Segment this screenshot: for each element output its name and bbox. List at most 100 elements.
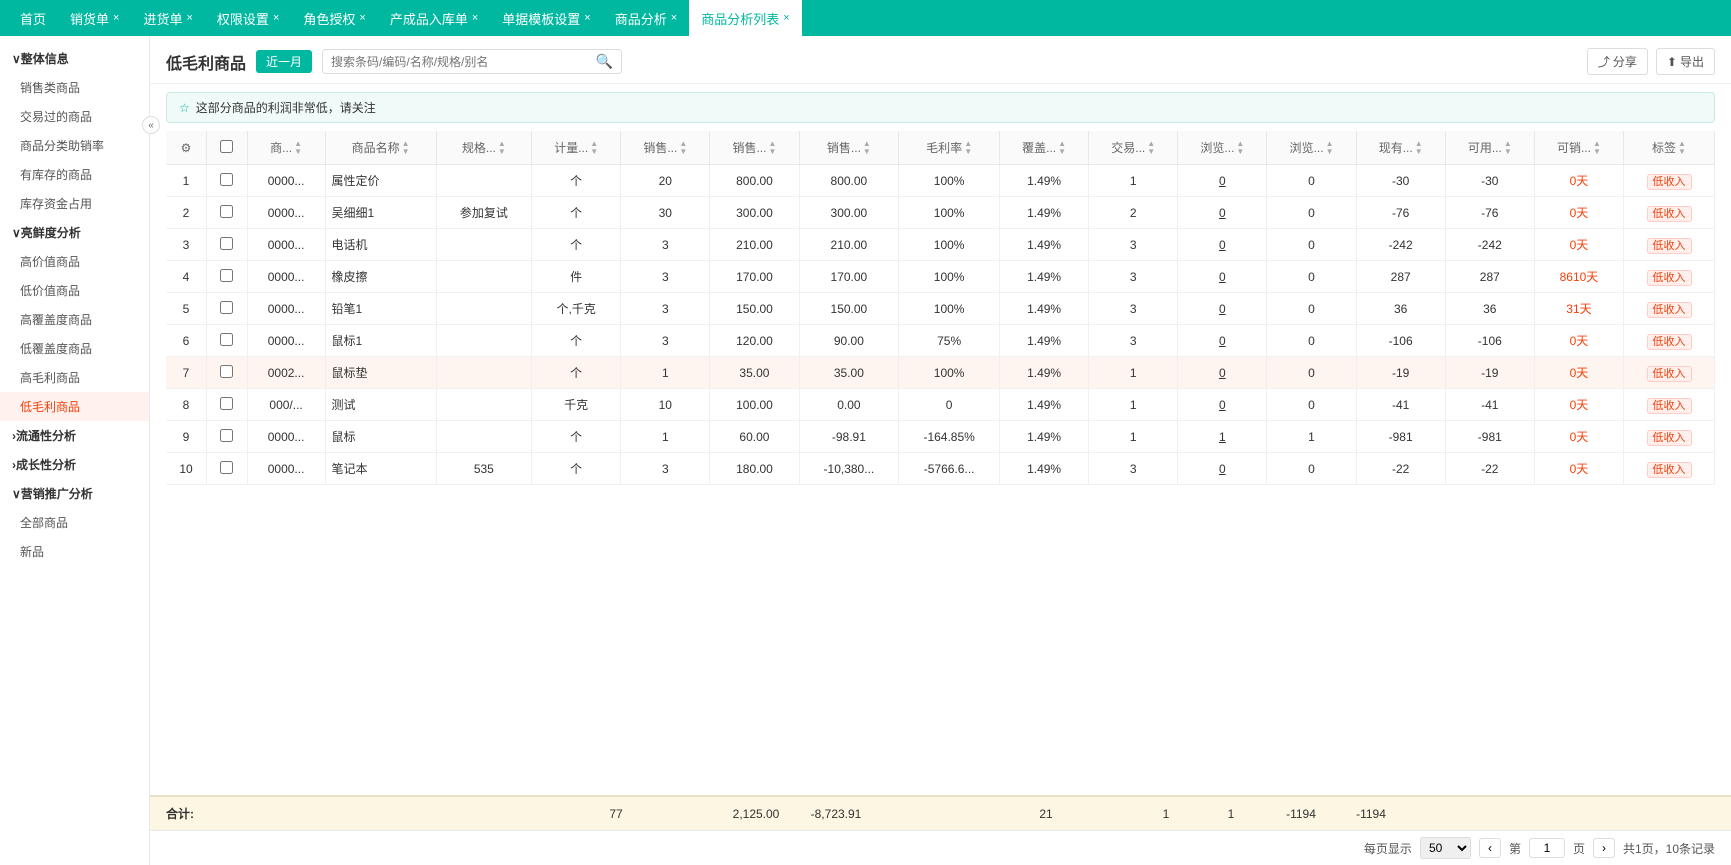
cell-name: 笔记本 (325, 453, 436, 485)
sidebar-item-库存资金占用[interactable]: 库存资金占用 (0, 189, 149, 218)
cell-no: 8 (166, 389, 206, 421)
cell-saleable: 8610天 (1534, 261, 1623, 293)
nav-item-单据模板设置[interactable]: 单据模板设置 × (490, 0, 602, 36)
cell-trade: 1 (1089, 421, 1178, 453)
share-button[interactable]: ⤴ 分享 (1587, 48, 1648, 75)
nav-item-角色授权[interactable]: 角色授权 × (291, 0, 377, 36)
page-unit: 页 (1573, 840, 1585, 857)
table-row: 40000...橡皮擦件3170.00170.00100%1.49%300287… (166, 261, 1715, 293)
cell-view2: 0 (1267, 197, 1356, 229)
cell-code: 0000... (247, 453, 325, 485)
nav-item-商品分析[interactable]: 商品分析 × (603, 0, 689, 36)
nav-close-icon[interactable]: × (472, 12, 478, 24)
cell-name: 鼠标垫 (325, 357, 436, 389)
cell-checkbox[interactable] (206, 325, 247, 357)
cell-checkbox[interactable] (206, 293, 247, 325)
nav-close-icon[interactable]: × (671, 12, 677, 24)
header-actions: ⤴ 分享 ⬆ 导出 (1587, 48, 1715, 75)
select-all-checkbox[interactable] (220, 140, 233, 153)
cell-saleable: 0天 (1534, 229, 1623, 261)
cell-checkbox[interactable] (206, 197, 247, 229)
cell-sales-profit: 170.00 (799, 261, 899, 293)
nav-close-icon[interactable]: × (186, 12, 192, 24)
th-current: 现有...▲▼ (1356, 131, 1445, 165)
cell-sales-amount: 210.00 (710, 229, 799, 261)
next-page-button[interactable]: › (1593, 838, 1615, 858)
export-button[interactable]: ⬆ 导出 (1656, 48, 1715, 75)
cell-tag: 低收入 (1624, 229, 1715, 261)
table-row: 8000/...测试千克10100.000.0001.49%100-41-410… (166, 389, 1715, 421)
nav-close-icon[interactable]: × (113, 12, 119, 24)
cell-current: -106 (1356, 325, 1445, 357)
sidebar-group-流通性分析[interactable]: › 流通性分析 (0, 421, 149, 450)
sidebar-item-全部商品[interactable]: 全部商品 (0, 508, 149, 537)
sidebar-item-有库存的商品[interactable]: 有库存的商品 (0, 160, 149, 189)
search-icon[interactable]: 🔍 (596, 53, 613, 70)
sidebar-group-成长性分析[interactable]: › 成长性分析 (0, 450, 149, 479)
cell-trade: 3 (1089, 293, 1178, 325)
cell-view1: 0 (1178, 197, 1267, 229)
nav-close-icon[interactable]: × (273, 12, 279, 24)
cell-checkbox[interactable] (206, 357, 247, 389)
nav-item-商品分析列表[interactable]: 商品分析列表 × (689, 0, 801, 36)
sidebar-group-整体信息[interactable]: ∨ 整体信息 (0, 44, 149, 73)
header-row: ⚙ 商...▲▼ 商品名称▲▼ 规格...▲▼ 计量...▲▼ 销售...▲▼ … (166, 131, 1715, 165)
th-saleable: 可销...▲▼ (1534, 131, 1623, 165)
th-checkbox[interactable] (206, 131, 247, 165)
cell-checkbox[interactable] (206, 261, 247, 293)
per-page-select[interactable]: 50 20 100 (1420, 837, 1471, 859)
th-available: 可用...▲▼ (1445, 131, 1534, 165)
share-icon: ⤴ (1598, 53, 1610, 70)
cell-available: -22 (1445, 453, 1534, 485)
sidebar-group-营销推广分析[interactable]: ∨ 营销推广分析 (0, 479, 149, 508)
cell-sales-qty: 3 (621, 261, 710, 293)
cell-tag: 低收入 (1624, 197, 1715, 229)
th-unit: 计量...▲▼ (532, 131, 621, 165)
cell-checkbox[interactable] (206, 421, 247, 453)
cell-gross-margin: 100% (899, 293, 1000, 325)
sidebar-item-高覆盖度商品[interactable]: 高覆盖度商品 (0, 305, 149, 334)
sidebar-item-销售类商品[interactable]: 销售类商品 (0, 73, 149, 102)
sidebar-item-高毛利商品[interactable]: 高毛利商品 (0, 363, 149, 392)
th-settings[interactable]: ⚙ (166, 131, 206, 165)
nav-close-icon[interactable]: × (359, 12, 365, 24)
nav-item-首页[interactable]: 首页 (8, 0, 58, 36)
cell-checkbox[interactable] (206, 389, 247, 421)
sidebar-item-低价值商品[interactable]: 低价值商品 (0, 276, 149, 305)
sidebar-collapse-button[interactable]: « (142, 116, 160, 134)
page-number-input[interactable] (1529, 838, 1565, 858)
nav-item-权限设置[interactable]: 权限设置 × (205, 0, 291, 36)
nav-close-icon[interactable]: × (584, 12, 590, 24)
cell-checkbox[interactable] (206, 229, 247, 261)
cell-sales-qty: 20 (621, 165, 710, 197)
cell-sales-qty: 3 (621, 453, 710, 485)
th-view1: 浏览...▲▼ (1178, 131, 1267, 165)
sidebar-item-新品[interactable]: 新品 (0, 537, 149, 566)
cell-view2: 1 (1267, 421, 1356, 453)
cell-no: 5 (166, 293, 206, 325)
cell-sales-profit: 150.00 (799, 293, 899, 325)
nav-item-进货单[interactable]: 进货单 × (131, 0, 204, 36)
cell-no: 4 (166, 261, 206, 293)
nav-item-销货单[interactable]: 销货单 × (58, 0, 131, 36)
prev-page-button[interactable]: ‹ (1479, 838, 1501, 858)
cell-checkbox[interactable] (206, 165, 247, 197)
sidebar-item-交易过的商品[interactable]: 交易过的商品 (0, 102, 149, 131)
cell-view2: 0 (1267, 453, 1356, 485)
search-input[interactable] (331, 55, 596, 69)
cell-view2: 0 (1267, 389, 1356, 421)
footer-cell-0 (246, 807, 286, 821)
sidebar-item-商品分类助销率[interactable]: 商品分类助销率 (0, 131, 149, 160)
sidebar-item-高价值商品[interactable]: 高价值商品 (0, 247, 149, 276)
cell-trade: 3 (1089, 229, 1178, 261)
cell-checkbox[interactable] (206, 453, 247, 485)
nav-item-产成品入库单[interactable]: 产成品入库单 × (378, 0, 490, 36)
nav-close-icon[interactable]: × (783, 12, 789, 24)
sidebar-item-低毛利商品[interactable]: 低毛利商品 (0, 392, 149, 421)
sidebar-group-亮鲜度分析[interactable]: ∨ 亮鲜度分析 (0, 218, 149, 247)
page-header: 低毛利商品 近一月 🔍 ⤴ 分享 ⬆ 导出 (150, 36, 1731, 84)
sidebar-item-低覆盖度商品[interactable]: 低覆盖度商品 (0, 334, 149, 363)
time-filter-button[interactable]: 近一月 (256, 50, 312, 73)
cell-spec (436, 229, 532, 261)
cell-no: 3 (166, 229, 206, 261)
